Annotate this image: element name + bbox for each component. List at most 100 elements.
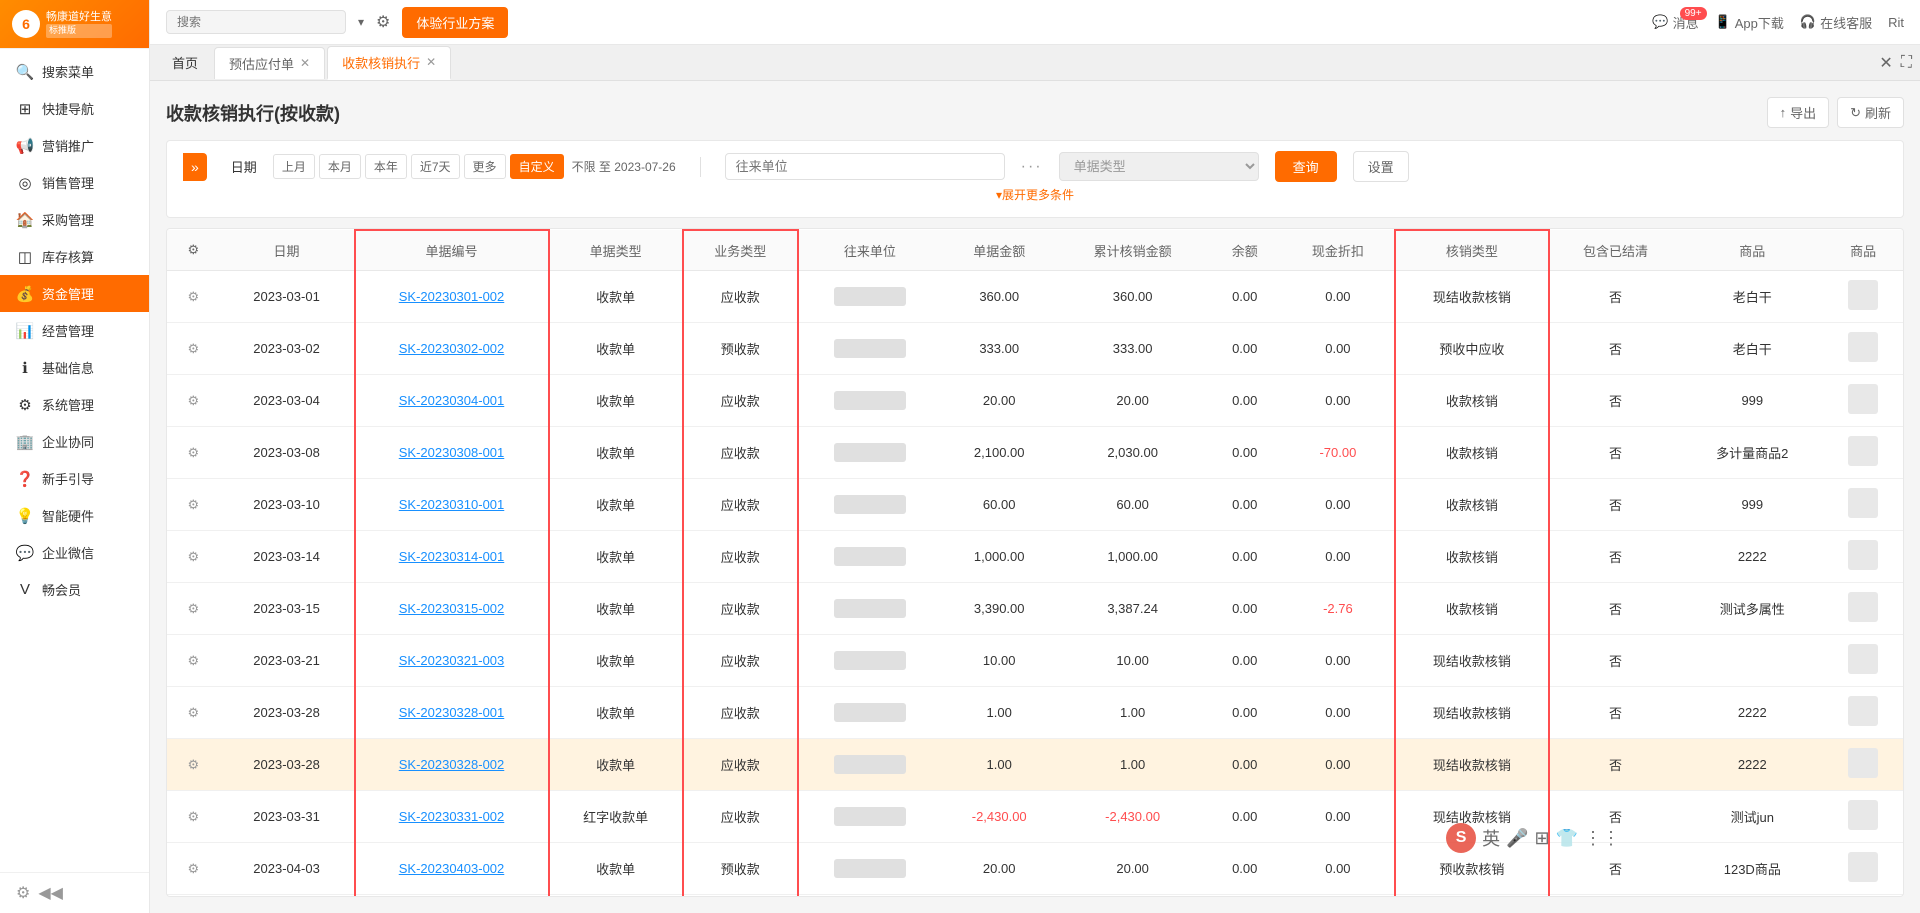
collapse-sidebar-icon[interactable]: ◀◀ — [38, 883, 63, 903]
sidebar-item-member[interactable]: V畅会员 — [0, 571, 149, 608]
th-biz-type[interactable]: 业务类型 — [683, 230, 798, 271]
this-year-btn[interactable]: 本年 — [365, 154, 407, 179]
operations-icon: 📊 — [16, 322, 34, 340]
cell-balance: 0.00 — [1208, 479, 1282, 531]
sidebar-item-label-hardware: 智能硬件 — [42, 506, 94, 525]
th-cancel-type[interactable]: 核销类型 — [1395, 230, 1548, 271]
tab-receipt-cancel[interactable]: 收款核销执行 ✕ — [327, 46, 451, 80]
doc-no-link[interactable]: SK-20230308-001 — [399, 445, 505, 460]
sidebar-item-enterprise[interactable]: 🏢企业协同 — [0, 423, 149, 460]
sidebar-item-basic[interactable]: ℹ基础信息 — [0, 349, 149, 386]
doc-no-link[interactable]: SK-20230328-002 — [399, 757, 505, 772]
th-cash-discount[interactable]: 现金折扣 — [1282, 230, 1396, 271]
doc-no-link[interactable]: SK-20230403-002 — [399, 861, 505, 876]
sidebar-item-wechat[interactable]: 💬企业微信 — [0, 534, 149, 571]
doc-no-link[interactable]: SK-20230314-001 — [399, 549, 505, 564]
cell-unit — [798, 791, 941, 843]
cell-unit — [798, 427, 941, 479]
th-goods[interactable]: 商品 — [1681, 230, 1823, 271]
settings-bottom-icon[interactable]: ⚙ — [16, 883, 30, 903]
th-include-clear[interactable]: 包含已结清 — [1549, 230, 1682, 271]
cell-unit — [798, 479, 941, 531]
doc-type-select[interactable]: 单据类型 — [1059, 152, 1259, 181]
sidebar-item-purchase[interactable]: 🏠采购管理 — [0, 201, 149, 238]
filter-dots: ··· — [1021, 158, 1043, 176]
sidebar-item-finance[interactable]: 💰资金管理 — [0, 275, 149, 312]
custom-btn[interactable]: 自定义 — [510, 154, 564, 179]
close-tab-icon[interactable]: ✕ — [1879, 53, 1892, 73]
sidebar-item-quick-nav[interactable]: ⊞快捷导航 — [0, 90, 149, 127]
topbar-search-input[interactable] — [166, 10, 346, 34]
cell-goods: 衣服00001 — [1681, 895, 1823, 898]
doc-no-link[interactable]: SK-20230310-001 — [399, 497, 505, 512]
maximize-tab-icon[interactable]: ⛶ — [1901, 54, 1912, 72]
filter-expand-button[interactable]: » — [183, 153, 207, 181]
online-service-button[interactable]: 🎧 在线客服 — [1800, 13, 1872, 32]
cell-goods: 老白干 — [1681, 323, 1823, 375]
th-doc-no[interactable]: 单据编号 — [355, 230, 549, 271]
tab-receipt-cancel-close[interactable]: ✕ — [426, 55, 436, 69]
th-doc-type[interactable]: 单据类型 — [549, 230, 683, 271]
th-amount[interactable]: 单据金额 — [941, 230, 1057, 271]
refresh-button[interactable]: ↻ 刷新 — [1837, 97, 1904, 128]
sidebar-item-operations[interactable]: 📊经营管理 — [0, 312, 149, 349]
cell-amount: 360.00 — [941, 271, 1057, 323]
cell-cancel-type: 收款核销 — [1395, 583, 1548, 635]
user-profile[interactable]: Rit — [1888, 15, 1904, 30]
th-balance[interactable]: 余额 — [1208, 230, 1282, 271]
export-button[interactable]: ↑ 导出 — [1767, 97, 1830, 128]
doc-no-link[interactable]: SK-20230304-001 — [399, 393, 505, 408]
cell-include-clear: 否 — [1549, 531, 1682, 583]
sidebar-item-system[interactable]: ⚙系统管理 — [0, 386, 149, 423]
cell-cancel-type: 现结收款核销 — [1395, 271, 1548, 323]
message-button[interactable]: 💬 消息 99+ — [1652, 13, 1698, 32]
sidebar-item-inventory[interactable]: ◫库存核算 — [0, 238, 149, 275]
topbar-dropdown-icon[interactable]: ▾ — [358, 15, 364, 29]
th-goods-thumb[interactable]: 商品 — [1823, 230, 1903, 271]
cell-biz-type: 应收款 — [683, 375, 798, 427]
th-cum-cancel[interactable]: 累计核销金额 — [1057, 230, 1207, 271]
topbar-gear-icon[interactable]: ⚙ — [376, 12, 390, 32]
more-btn[interactable]: 更多 — [464, 154, 506, 179]
sidebar-item-label-purchase: 采购管理 — [42, 210, 94, 229]
doc-no-link[interactable]: SK-20230328-001 — [399, 705, 505, 720]
data-table: ⚙ 日期 单据编号 单据类型 业务类型 往来单位 单据金额 累计核销金额 余额 … — [167, 229, 1903, 897]
doc-no-link[interactable]: SK-20230315-002 — [399, 601, 505, 616]
page-title: 收款核销执行(按收款) — [166, 100, 340, 126]
cell-cash-discount: 0.00 — [1282, 531, 1396, 583]
sidebar-item-hardware[interactable]: 💡智能硬件 — [0, 497, 149, 534]
sidebar-item-search[interactable]: 🔍搜索菜单 — [0, 53, 149, 90]
cell-doc-type: 收款单 — [549, 895, 683, 898]
row-settings-icon: ⚙ — [187, 705, 199, 720]
cell-goods: 测试jun — [1681, 791, 1823, 843]
query-button[interactable]: 查询 — [1275, 151, 1337, 182]
cell-cancel-type: 预收款核销 — [1395, 843, 1548, 895]
sidebar-item-sales[interactable]: ◎销售管理 — [0, 164, 149, 201]
last7-btn[interactable]: 近7天 — [411, 154, 460, 179]
doc-no-link[interactable]: SK-20230301-002 — [399, 289, 505, 304]
cell-amount: 2,100.00 — [941, 427, 1057, 479]
cell-include-clear: 否 — [1549, 687, 1682, 739]
tab-pre-payable-close[interactable]: ✕ — [300, 56, 310, 70]
filter-setting-button[interactable]: 设置 — [1353, 151, 1409, 182]
cell-date: 2023-04-03 — [220, 843, 355, 895]
doc-no-link[interactable]: SK-20230302-002 — [399, 341, 505, 356]
tab-home[interactable]: 首页 — [158, 47, 212, 78]
th-unit[interactable]: 往来单位 — [798, 230, 941, 271]
doc-no-link[interactable]: SK-20230331-002 — [399, 809, 505, 824]
cell-cum-cancel: 360.00 — [1057, 271, 1207, 323]
sidebar-item-guide[interactable]: ❓新手引导 — [0, 460, 149, 497]
th-settings[interactable]: ⚙ — [167, 230, 220, 271]
cell-balance: 0.00 — [1208, 427, 1282, 479]
last-month-btn[interactable]: 上月 — [273, 154, 315, 179]
tab-pre-payable[interactable]: 预估应付单 ✕ — [214, 47, 325, 79]
sidebar-item-marketing[interactable]: 📢营销推广 — [0, 127, 149, 164]
unit-input[interactable] — [725, 153, 1005, 180]
th-date[interactable]: 日期 — [220, 230, 355, 271]
doc-no-link[interactable]: SK-20230321-003 — [399, 653, 505, 668]
this-month-btn[interactable]: 本月 — [319, 154, 361, 179]
solution-button[interactable]: 体验行业方案 — [402, 7, 508, 38]
app-download-button[interactable]: 📱 App下载 — [1715, 13, 1784, 32]
filter-expand-row[interactable]: ▾ 展开更多条件 — [183, 182, 1887, 207]
quick-nav-icon: ⊞ — [16, 100, 34, 118]
